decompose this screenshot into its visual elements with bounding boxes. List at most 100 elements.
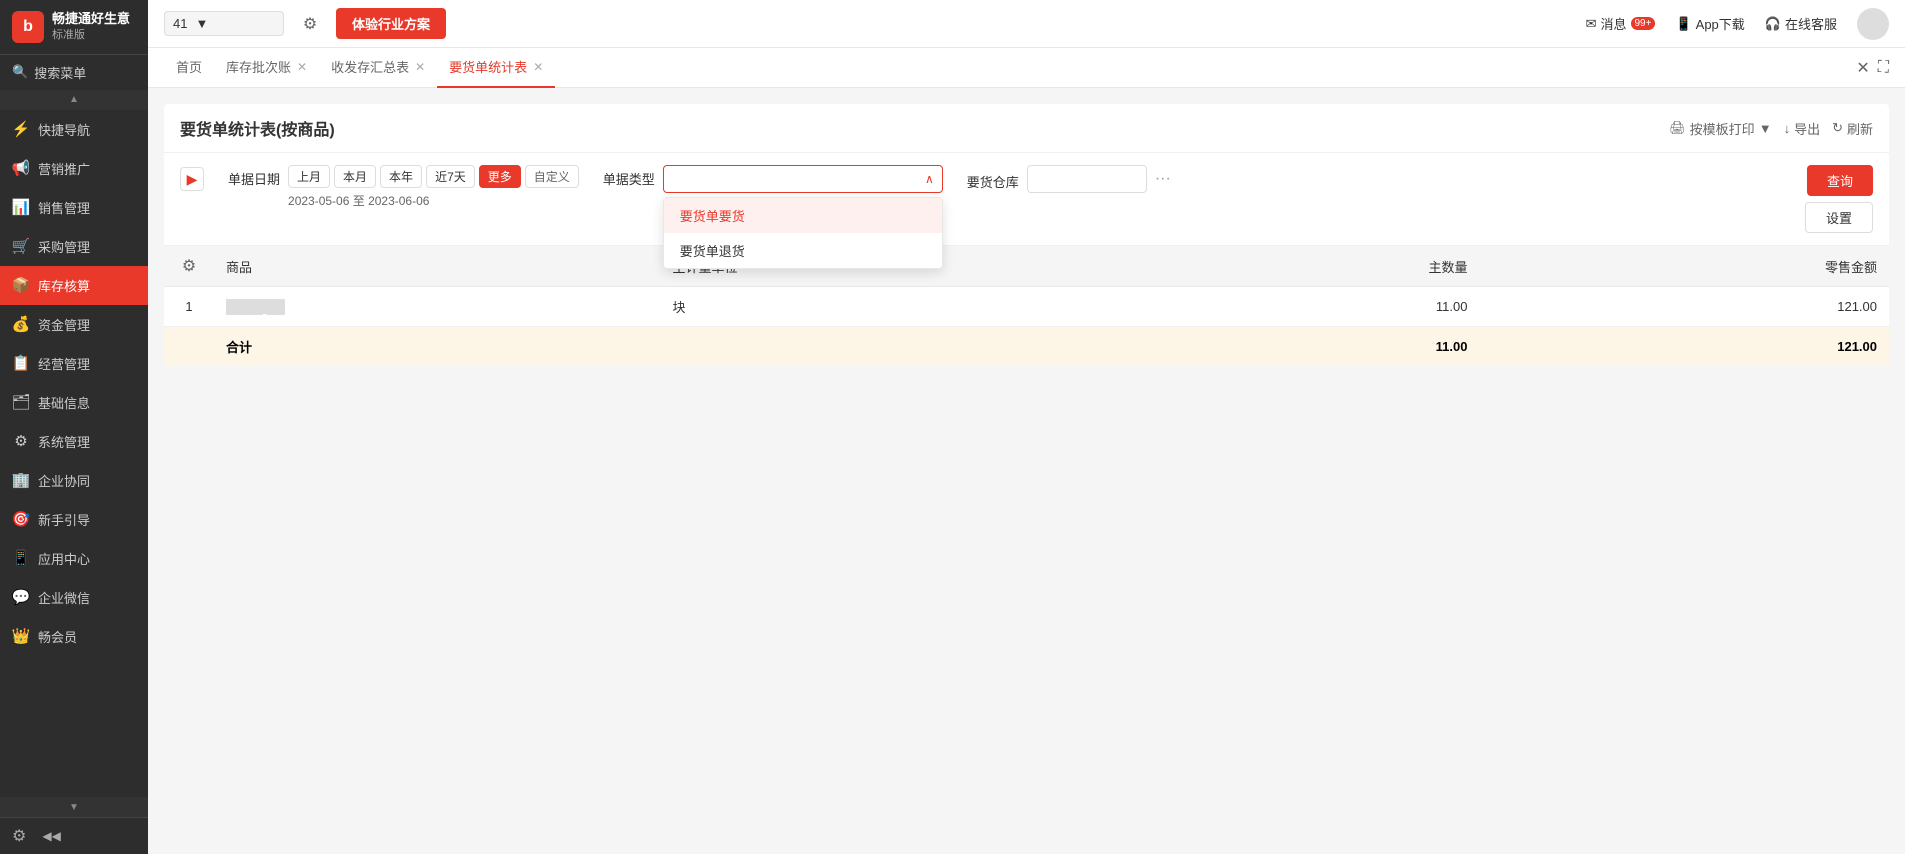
wechat-icon: 💬: [12, 588, 30, 606]
page-card: 要货单统计表(按商品) 🖨 按模板打印 ▼ ↓ 导出 ↻ 刷新: [164, 104, 1889, 366]
sidebar-item-operation[interactable]: 📋 经营管理: [0, 344, 148, 383]
export-icon: ↓: [1784, 121, 1791, 136]
print-chevron-icon: ▼: [1759, 121, 1772, 136]
sidebar-item-enterprise[interactable]: 🏢 企业协同: [0, 461, 148, 500]
tab-batch-account[interactable]: 库存批次账 ✕: [214, 48, 319, 88]
page-title-actions: 🖨 按模板打印 ▼ ↓ 导出 ↻ 刷新: [1669, 119, 1873, 138]
sidebar-collapse-icon[interactable]: ◀◀: [42, 829, 60, 843]
type-input-field[interactable]: [664, 172, 917, 187]
table-row: 1 ████ ██ 块 11.00 121.00: [164, 287, 1889, 327]
type-dropdown: 要货单要货 要货单退货: [663, 197, 943, 269]
sidebar-item-marketing[interactable]: 📢 营销推广: [0, 149, 148, 188]
more-options-icon[interactable]: ···: [1155, 170, 1171, 188]
sidebar-nav: ⚡ 快捷导航 📢 营销推广 📊 销售管理 🛒 采购管理 📦 库存核算 💰 资金管…: [0, 110, 148, 797]
sidebar-item-apps[interactable]: 📱 应用中心: [0, 539, 148, 578]
main-area: 41 ▼ ⚙ 体验行业方案 ✉ 消息 99+ 📱 App下载 🎧 在线客服: [148, 0, 1905, 854]
header-right: ✉ 消息 99+ 📱 App下载 🎧 在线客服: [1586, 8, 1889, 40]
footer-label: 合计: [214, 327, 660, 367]
filter-settings-button[interactable]: 设置: [1805, 202, 1873, 233]
date-last-month-btn[interactable]: 上月: [288, 165, 330, 188]
print-button[interactable]: 🖨 按模板打印 ▼: [1669, 119, 1771, 138]
header-settings-button[interactable]: ⚙: [296, 10, 324, 38]
dropdown-item-order-goods[interactable]: 要货单要货: [664, 198, 942, 233]
filter-expand-button[interactable]: ▶: [180, 167, 204, 191]
tab-order-summary-close[interactable]: ✕: [533, 61, 543, 73]
messages-button[interactable]: ✉ 消息 99+: [1586, 14, 1656, 33]
date-this-year-btn[interactable]: 本年: [380, 165, 422, 188]
header-left: 41 ▼ ⚙ 体验行业方案: [164, 8, 446, 39]
type-input-row[interactable]: ∧: [663, 165, 943, 193]
sidebar-item-basic[interactable]: 🗂 基础信息: [0, 383, 148, 422]
tab-home[interactable]: 首页: [164, 48, 214, 88]
footer-quantity: 11.00: [1140, 327, 1479, 367]
type-chevron-icon[interactable]: ∧: [917, 172, 942, 186]
tab-order-summary[interactable]: 要货单统计表 ✕: [437, 48, 555, 88]
tab-batch-account-close[interactable]: ✕: [297, 61, 307, 73]
inventory-icon: 📦: [12, 276, 30, 294]
sidebar-item-member[interactable]: 👑 畅会员: [0, 617, 148, 656]
warehouse-filter-group: 要货仓库 ···: [967, 165, 1171, 193]
date-this-month-btn[interactable]: 本月: [334, 165, 376, 188]
member-icon: 👑: [12, 627, 30, 645]
sidebar-item-finance[interactable]: 💰 资金管理: [0, 305, 148, 344]
sidebar-item-quick-nav[interactable]: ⚡ 快捷导航: [0, 110, 148, 149]
type-filter-group: 单据类型 ∧ 要货单要货 要货单退货: [603, 165, 943, 193]
sidebar-scroll-down[interactable]: ▼: [0, 797, 148, 817]
refresh-icon: ↻: [1832, 120, 1843, 136]
store-selector[interactable]: 41 ▼: [164, 11, 284, 36]
query-button[interactable]: 查询: [1807, 165, 1873, 196]
col-product: 商品: [214, 246, 660, 287]
user-avatar[interactable]: [1857, 8, 1889, 40]
warehouse-input[interactable]: [1027, 165, 1147, 193]
sidebar-item-wechat[interactable]: 💬 企业微信: [0, 578, 148, 617]
store-chevron-icon: ▼: [195, 16, 208, 31]
date-last-7days-btn[interactable]: 近7天: [426, 165, 475, 188]
sidebar-logo: b 畅捷通好生意 标准版: [0, 0, 148, 55]
sidebar-item-sales[interactable]: 📊 销售管理: [0, 188, 148, 227]
online-service-button[interactable]: 🎧 在线客服: [1765, 14, 1837, 33]
table-footer: 合计 11.00 121.00: [164, 327, 1889, 367]
date-filter-label: 单据日期: [228, 165, 280, 188]
col-amount: 零售金额: [1479, 246, 1889, 287]
type-selector-wrapper: ∧ 要货单要货 要货单退货: [663, 165, 943, 193]
type-filter-label: 单据类型: [603, 165, 655, 188]
col-settings[interactable]: ⚙: [164, 246, 214, 287]
row-product: ████ ██: [214, 287, 660, 327]
row-no: 1: [164, 287, 214, 327]
date-custom-btn[interactable]: 自定义: [525, 165, 579, 188]
export-button[interactable]: ↓ 导出: [1784, 119, 1821, 138]
sidebar: b 畅捷通好生意 标准版 🔍 搜索菜单 ▲ ⚡ 快捷导航 📢 营销推广 📊 销售…: [0, 0, 148, 854]
sidebar-item-newbie[interactable]: 🎯 新手引导: [0, 500, 148, 539]
sidebar-item-inventory[interactable]: 📦 库存核算: [0, 266, 148, 305]
newbie-icon: 🎯: [12, 510, 30, 528]
dropdown-item-order-return[interactable]: 要货单退货: [664, 233, 942, 268]
message-icon: ✉: [1586, 16, 1597, 32]
app-download-button[interactable]: 📱 App下载: [1675, 14, 1744, 33]
sidebar-item-system[interactable]: ⚙ 系统管理: [0, 422, 148, 461]
row-quantity: 11.00: [1140, 287, 1479, 327]
tabs-close-all-icon[interactable]: ✕: [1856, 58, 1869, 78]
tab-receive-summary[interactable]: 收发存汇总表 ✕: [319, 48, 437, 88]
phone-icon: 📱: [1675, 16, 1691, 32]
trial-button[interactable]: 体验行业方案: [336, 8, 446, 39]
sidebar-item-purchase[interactable]: 🛒 采购管理: [0, 227, 148, 266]
refresh-button[interactable]: ↻ 刷新: [1832, 119, 1873, 138]
finance-icon: 💰: [12, 315, 30, 333]
col-quantity: 主数量: [1140, 246, 1479, 287]
sidebar-settings-icon[interactable]: ⚙: [12, 826, 26, 846]
row-unit: 块: [660, 287, 1140, 327]
sidebar-bottom: ⚙ ◀◀: [0, 817, 148, 854]
basic-icon: 🗂: [12, 393, 30, 411]
sidebar-search[interactable]: 🔍 搜索菜单: [0, 55, 148, 90]
search-icon: 🔍: [12, 64, 28, 80]
tabs-expand-icon[interactable]: ⛶: [1878, 59, 1889, 77]
date-more-btn[interactable]: 更多: [479, 165, 521, 188]
headset-icon: 🎧: [1765, 16, 1781, 32]
data-table: ⚙ 商品 主计量单位 主数量 零售金额 1 ████ ██: [164, 246, 1889, 366]
table-body: 1 ████ ██ 块 11.00 121.00: [164, 287, 1889, 327]
filter-bar: ▶ 单据日期 上月 本月 本年 近7天 更多 自定义 2023-05-06: [164, 153, 1889, 246]
tab-receive-summary-close[interactable]: ✕: [415, 61, 425, 73]
filter-actions: 查询 设置: [1805, 165, 1873, 233]
sales-icon: 📊: [12, 198, 30, 216]
sidebar-scroll-up[interactable]: ▲: [0, 90, 148, 110]
